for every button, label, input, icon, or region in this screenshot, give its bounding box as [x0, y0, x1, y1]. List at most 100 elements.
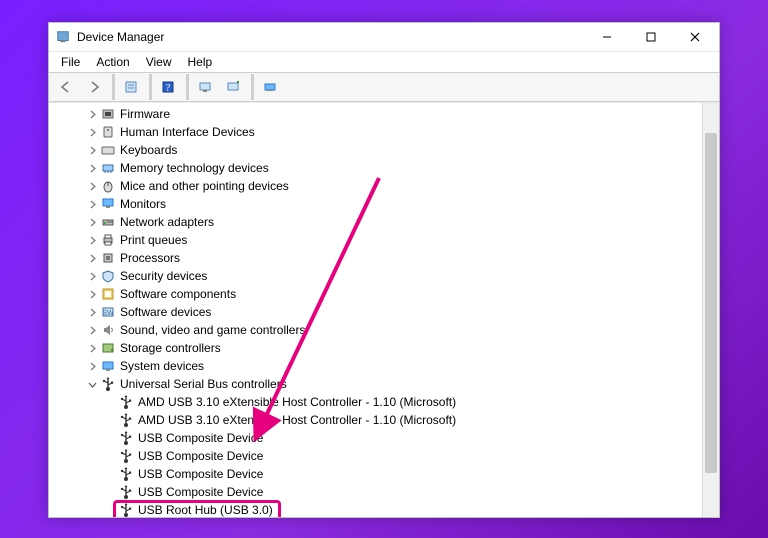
close-button[interactable]: [673, 23, 717, 51]
mouse-icon: [100, 178, 116, 194]
tree-item-label: USB Composite Device: [138, 447, 263, 465]
tree-item[interactable]: Print queues: [49, 231, 703, 249]
titlebar: Device Manager: [49, 23, 719, 51]
tree-item-label: Memory technology devices: [120, 159, 269, 177]
tree-item-label: Software components: [120, 285, 236, 303]
svg-text:SW: SW: [102, 310, 114, 317]
software-dev-icon: SW: [100, 304, 116, 320]
network-icon: [100, 214, 116, 230]
tree-item[interactable]: Sound, video and game controllers: [49, 321, 703, 339]
tree-item[interactable]: Keyboards: [49, 141, 703, 159]
expander-placeholder: [103, 413, 117, 427]
chevron-right-icon[interactable]: [85, 305, 99, 319]
forward-button[interactable]: [81, 74, 107, 100]
usb-icon: [118, 502, 134, 517]
tree-item[interactable]: Firmware: [49, 105, 703, 123]
vertical-scrollbar[interactable]: [702, 103, 719, 517]
tree-item[interactable]: Universal Serial Bus controllers: [49, 375, 703, 393]
usb-icon: [118, 484, 134, 500]
tree-item-label: Processors: [120, 249, 180, 267]
tree-item[interactable]: Storage controllers: [49, 339, 703, 357]
chevron-right-icon[interactable]: [85, 233, 99, 247]
tree-item-label: Human Interface Devices: [120, 123, 255, 141]
tree-item-label: Network adapters: [120, 213, 214, 231]
tree-item[interactable]: SW Software devices: [49, 303, 703, 321]
usb-icon: [118, 412, 134, 428]
tree-item-label: Mice and other pointing devices: [120, 177, 289, 195]
chevron-right-icon[interactable]: [85, 359, 99, 373]
printer-icon: [100, 232, 116, 248]
tree-item-label: System devices: [120, 357, 204, 375]
toolbar-separator: [251, 74, 254, 100]
tree-item[interactable]: Processors: [49, 249, 703, 267]
tree-item[interactable]: USB Composite Device: [49, 447, 703, 465]
tree-item[interactable]: Network adapters: [49, 213, 703, 231]
chevron-right-icon[interactable]: [85, 107, 99, 121]
chevron-right-icon[interactable]: [85, 125, 99, 139]
tree-item-label: Software devices: [120, 303, 211, 321]
tree-item-label: AMD USB 3.10 eXtensible Host Controller …: [138, 393, 456, 411]
expander-placeholder: [103, 467, 117, 481]
tree-item[interactable]: USB Composite Device: [49, 429, 703, 447]
properties-button[interactable]: [118, 74, 144, 100]
usb-icon: [118, 466, 134, 482]
chevron-right-icon[interactable]: [85, 341, 99, 355]
tree-item-label: USB Composite Device: [138, 483, 263, 501]
chevron-right-icon[interactable]: [85, 287, 99, 301]
chevron-right-icon[interactable]: [85, 269, 99, 283]
tree-item-label: USB Root Hub (USB 3.0): [138, 501, 273, 517]
expander-placeholder: [103, 503, 117, 517]
expander-placeholder: [103, 431, 117, 445]
chevron-right-icon[interactable]: [85, 161, 99, 175]
chevron-right-icon[interactable]: [85, 143, 99, 157]
add-hardware-button[interactable]: [220, 74, 246, 100]
tree-item-label: Storage controllers: [120, 339, 221, 357]
minimize-button[interactable]: [585, 23, 629, 51]
monitor-icon: [100, 196, 116, 212]
expander-placeholder: [103, 449, 117, 463]
chevron-right-icon[interactable]: [85, 251, 99, 265]
tree-item[interactable]: Monitors: [49, 195, 703, 213]
tree-item[interactable]: System devices: [49, 357, 703, 375]
security-icon: [100, 268, 116, 284]
window-title: Device Manager: [77, 30, 164, 44]
help-button[interactable]: ?: [155, 74, 181, 100]
firmware-icon: [100, 106, 116, 122]
device-manager-window: Device Manager File Action View Help: [48, 22, 720, 518]
tree-item[interactable]: USB Composite Device: [49, 465, 703, 483]
tree-item[interactable]: Software components: [49, 285, 703, 303]
tree-item[interactable]: AMD USB 3.10 eXtensible Host Controller …: [49, 411, 703, 429]
menu-help[interactable]: Help: [180, 53, 221, 71]
processor-icon: [100, 250, 116, 266]
tree-item[interactable]: Security devices: [49, 267, 703, 285]
tree-item-label: Print queues: [120, 231, 187, 249]
chevron-right-icon[interactable]: [85, 197, 99, 211]
menu-view[interactable]: View: [138, 53, 180, 71]
tree-item-label: Keyboards: [120, 141, 177, 159]
chevron-right-icon[interactable]: [85, 323, 99, 337]
menu-action[interactable]: Action: [88, 53, 137, 71]
menu-file[interactable]: File: [53, 53, 88, 71]
toolbar: ?: [49, 72, 719, 102]
maximize-button[interactable]: [629, 23, 673, 51]
expander-placeholder: [103, 395, 117, 409]
chevron-right-icon[interactable]: [85, 179, 99, 193]
update-driver-button[interactable]: [257, 74, 283, 100]
chevron-right-icon[interactable]: [85, 215, 99, 229]
tree-item[interactable]: Mice and other pointing devices: [49, 177, 703, 195]
back-button[interactable]: [53, 74, 79, 100]
tree-item-label: Firmware: [120, 105, 170, 123]
device-tree[interactable]: FirmwareHuman Interface DevicesKeyboards…: [49, 103, 703, 517]
scan-hardware-button[interactable]: [192, 74, 218, 100]
scrollbar-thumb[interactable]: [705, 133, 717, 473]
tree-item[interactable]: USB Root Hub (USB 3.0): [49, 501, 703, 517]
usb-icon: [118, 448, 134, 464]
toolbar-separator: [186, 74, 189, 100]
tree-item[interactable]: Human Interface Devices: [49, 123, 703, 141]
hid-icon: [100, 124, 116, 140]
chevron-down-icon[interactable]: [85, 377, 99, 391]
tree-item-label: Sound, video and game controllers: [120, 321, 305, 339]
tree-item[interactable]: AMD USB 3.10 eXtensible Host Controller …: [49, 393, 703, 411]
tree-item[interactable]: USB Composite Device: [49, 483, 703, 501]
tree-item[interactable]: Memory technology devices: [49, 159, 703, 177]
